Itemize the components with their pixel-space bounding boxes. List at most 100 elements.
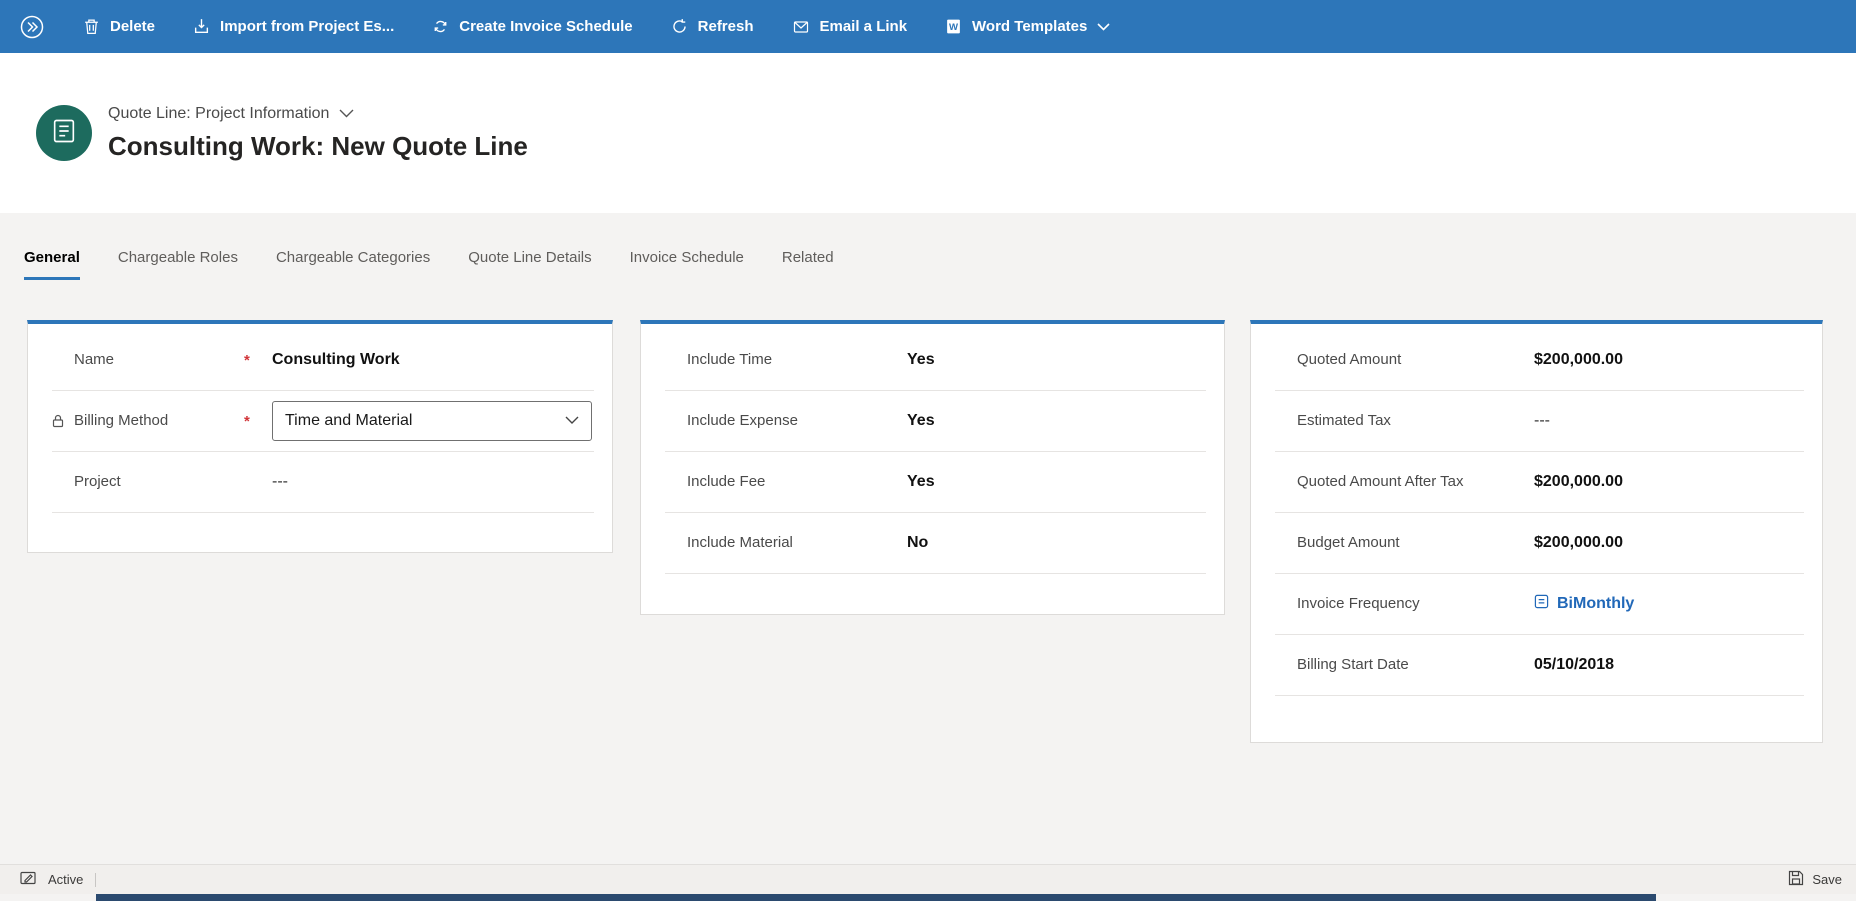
svg-text:W: W xyxy=(949,22,958,33)
refresh-button-label: Refresh xyxy=(698,18,754,35)
field-row-estimated-tax: Estimated Tax --- xyxy=(1275,391,1804,452)
breadcrumb[interactable]: Quote Line: Project Information xyxy=(108,105,329,123)
form-body: General Chargeable Roles Chargeable Cate… xyxy=(0,213,1856,864)
record-header: Quote Line: Project Information Consulti… xyxy=(0,53,1856,213)
word-templates-button[interactable]: W Word Templates xyxy=(926,0,1129,53)
form-selector: Quote Line: Project Information xyxy=(108,105,528,123)
project-label: Project xyxy=(74,472,244,492)
tab-related[interactable]: Related xyxy=(782,249,834,280)
status-text: Active xyxy=(48,872,83,887)
field-row-quoted-amount: Quoted Amount $200,000.00 xyxy=(1275,330,1804,391)
include-expense-label: Include Expense xyxy=(687,411,907,431)
word-icon: W xyxy=(945,18,962,35)
status-left: Active xyxy=(20,871,96,888)
billing-method-value: Time and Material xyxy=(285,412,412,430)
estimated-tax-value[interactable]: --- xyxy=(1534,412,1550,430)
budget-amount-value[interactable]: $200,000.00 xyxy=(1534,534,1623,552)
import-icon xyxy=(193,18,210,35)
form-selector-chevron-icon[interactable] xyxy=(339,105,354,123)
field-row-include-material: Include Material No xyxy=(665,513,1206,574)
invoice-frequency-value: BiMonthly xyxy=(1557,595,1634,613)
record-avatar xyxy=(36,105,92,161)
required-asterisk: * xyxy=(244,413,272,430)
email-a-link-button[interactable]: Email a Link xyxy=(773,0,927,53)
app-window: Delete Import from Project Es... Create … xyxy=(0,0,1856,901)
tab-bar: General Chargeable Roles Chargeable Cate… xyxy=(0,213,1856,280)
horizontal-scrollbar[interactable] xyxy=(0,894,1856,901)
horizontal-scrollbar-thumb[interactable] xyxy=(96,894,1656,901)
billing-start-date-value[interactable]: 05/10/2018 xyxy=(1534,656,1614,674)
field-row-include-time: Include Time Yes xyxy=(665,330,1206,391)
field-row-budget-amount: Budget Amount $200,000.00 xyxy=(1275,513,1804,574)
field-row-include-fee: Include Fee Yes xyxy=(665,452,1206,513)
card-includes: Include Time Yes Include Expense Yes Inc… xyxy=(640,320,1225,615)
page-title: Consulting Work: New Quote Line xyxy=(108,131,528,162)
quoted-amount-value[interactable]: $200,000.00 xyxy=(1534,351,1623,369)
command-items: Delete Import from Project Es... Create … xyxy=(64,0,1129,53)
name-value[interactable]: Consulting Work xyxy=(272,351,400,369)
double-chevron-right-icon xyxy=(19,14,45,40)
include-fee-value[interactable]: Yes xyxy=(907,473,935,491)
save-button-label: Save xyxy=(1812,872,1842,887)
include-expense-value[interactable]: Yes xyxy=(907,412,935,430)
command-bar: Delete Import from Project Es... Create … xyxy=(0,0,1856,53)
header-titles: Quote Line: Project Information Consulti… xyxy=(108,105,528,162)
quote-line-record-icon xyxy=(50,117,78,150)
refresh-button[interactable]: Refresh xyxy=(652,0,773,53)
email-icon xyxy=(792,19,810,35)
chevron-down-icon xyxy=(565,412,579,430)
word-templates-label: Word Templates xyxy=(972,18,1087,35)
billing-start-date-label: Billing Start Date xyxy=(1297,655,1534,675)
field-row-name: Name * Consulting Work xyxy=(52,330,594,391)
save-button[interactable]: Save xyxy=(1788,870,1842,889)
invoice-frequency-link[interactable]: BiMonthly xyxy=(1534,594,1634,614)
quoted-amount-after-tax-value[interactable]: $200,000.00 xyxy=(1534,473,1623,491)
budget-amount-label: Budget Amount xyxy=(1297,533,1534,553)
estimated-tax-label: Estimated Tax xyxy=(1297,411,1534,431)
tab-chargeable-categories[interactable]: Chargeable Categories xyxy=(276,249,430,280)
lock-icon xyxy=(52,414,74,428)
status-divider xyxy=(95,873,96,887)
save-icon xyxy=(1788,870,1804,889)
email-a-link-label: Email a Link xyxy=(820,18,908,35)
include-time-value[interactable]: Yes xyxy=(907,351,935,369)
required-asterisk: * xyxy=(244,352,272,369)
tab-quote-line-details[interactable]: Quote Line Details xyxy=(468,249,591,280)
chevron-down-icon xyxy=(1097,23,1110,31)
refresh-icon xyxy=(671,18,688,35)
project-value[interactable]: --- xyxy=(272,473,288,491)
field-row-include-expense: Include Expense Yes xyxy=(665,391,1206,452)
field-row-billing-method: Billing Method * Time and Material xyxy=(52,391,594,452)
field-row-billing-start-date: Billing Start Date 05/10/2018 xyxy=(1275,635,1804,696)
tab-invoice-schedule[interactable]: Invoice Schedule xyxy=(630,249,744,280)
billing-method-label: Billing Method xyxy=(74,411,244,431)
field-row-project: Project --- xyxy=(52,452,594,513)
include-fee-label: Include Fee xyxy=(687,472,907,492)
include-material-value[interactable]: No xyxy=(907,534,928,552)
field-row-quoted-amount-after-tax: Quoted Amount After Tax $200,000.00 xyxy=(1275,452,1804,513)
field-row-invoice-frequency: Invoice Frequency BiMonthly xyxy=(1275,574,1804,635)
name-label: Name xyxy=(74,350,244,370)
delete-button[interactable]: Delete xyxy=(64,0,174,53)
trash-icon xyxy=(83,18,100,35)
create-invoice-schedule-label: Create Invoice Schedule xyxy=(459,18,632,35)
tab-chargeable-roles[interactable]: Chargeable Roles xyxy=(118,249,238,280)
status-bar: Active Save xyxy=(0,864,1856,894)
import-from-project-label: Import from Project Es... xyxy=(220,18,394,35)
quoted-amount-after-tax-label: Quoted Amount After Tax xyxy=(1297,472,1534,492)
invoice-frequency-record-icon xyxy=(1534,594,1549,614)
include-material-label: Include Material xyxy=(687,533,907,553)
include-time-label: Include Time xyxy=(687,350,907,370)
form-edit-icon[interactable] xyxy=(20,871,36,888)
card-general: Name * Consulting Work Billing Method * … xyxy=(27,320,613,553)
tab-general[interactable]: General xyxy=(24,249,80,280)
billing-method-dropdown[interactable]: Time and Material xyxy=(272,401,592,441)
expand-commandbar-button[interactable] xyxy=(10,14,54,40)
card-container: Name * Consulting Work Billing Method * … xyxy=(0,320,1856,743)
quoted-amount-label: Quoted Amount xyxy=(1297,350,1534,370)
create-invoice-icon xyxy=(432,18,449,35)
create-invoice-schedule-button[interactable]: Create Invoice Schedule xyxy=(413,0,651,53)
invoice-frequency-label: Invoice Frequency xyxy=(1297,594,1534,614)
card-amounts: Quoted Amount $200,000.00 Estimated Tax … xyxy=(1250,320,1823,743)
import-from-project-button[interactable]: Import from Project Es... xyxy=(174,0,413,53)
